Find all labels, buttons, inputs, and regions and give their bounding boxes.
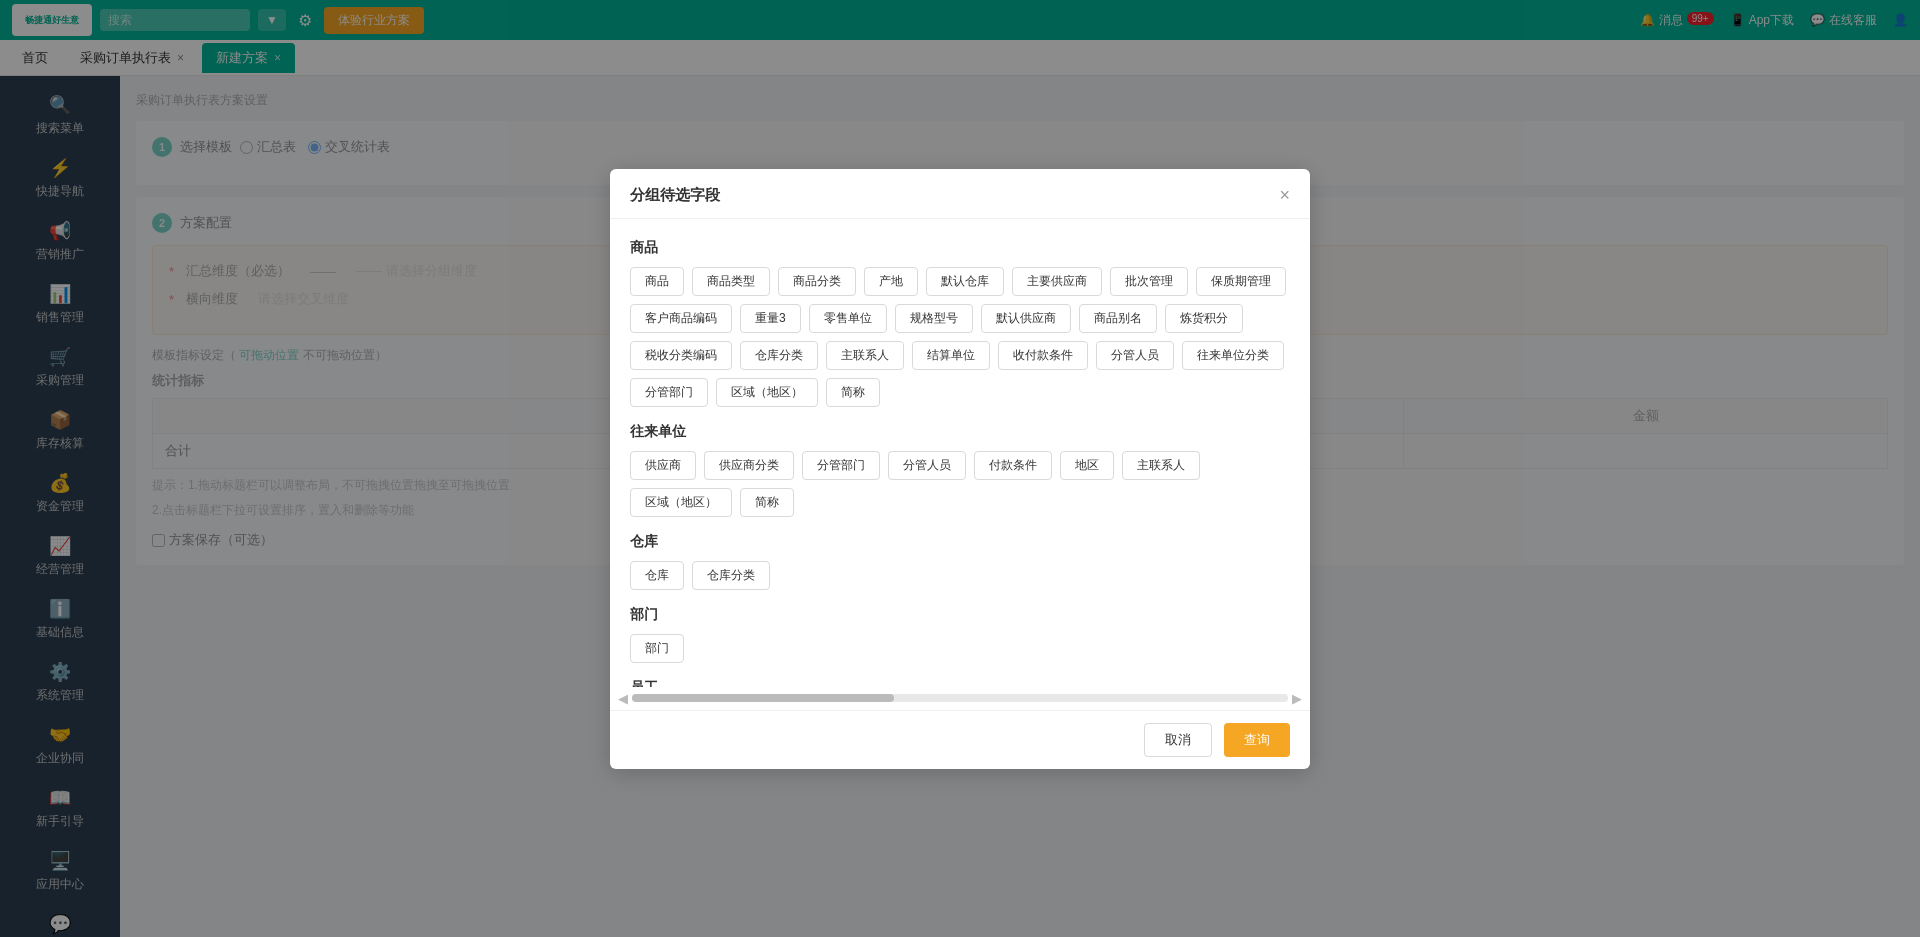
field-tag-refine-points[interactable]: 炼货积分 [1165,304,1243,333]
field-tag-goods-category[interactable]: 商品分类 [778,267,856,296]
field-tag-settlement-unit[interactable]: 结算单位 [912,341,990,370]
confirm-button[interactable]: 查询 [1224,723,1290,757]
section-title-dept: 部门 [630,606,1290,624]
modal-body[interactable]: 商品 商品 商品类型 商品分类 产地 默认仓库 主要供应商 批次管理 保质期管理… [610,219,1310,687]
field-tag-origin[interactable]: 产地 [864,267,918,296]
scroll-track [632,694,1288,702]
field-tags-dept: 部门 [630,634,1290,663]
scroll-left-arrow[interactable]: ◀ [618,691,628,706]
field-tag-dept[interactable]: 部门 [630,634,684,663]
field-tag-district[interactable]: 地区 [1060,451,1114,480]
field-tag-customer-code[interactable]: 客户商品编码 [630,304,732,333]
field-tag-tax-code[interactable]: 税收分类编码 [630,341,732,370]
field-tag-warehouse-category[interactable]: 仓库分类 [740,341,818,370]
modal-footer: 取消 查询 [610,710,1310,769]
field-tag-dept-partner[interactable]: 分管部门 [802,451,880,480]
field-tag-retail-unit[interactable]: 零售单位 [809,304,887,333]
field-tag-batch-mgmt[interactable]: 批次管理 [1110,267,1188,296]
scroll-right-arrow[interactable]: ▶ [1292,691,1302,706]
field-tag-supervisor-partner[interactable]: 分管人员 [888,451,966,480]
field-tag-warehouse[interactable]: 仓库 [630,561,684,590]
modal-close-button[interactable]: × [1279,185,1290,206]
field-tags-warehouse: 仓库 仓库分类 [630,561,1290,590]
field-tag-main-supplier[interactable]: 主要供应商 [1012,267,1102,296]
field-tag-region-partner[interactable]: 区域（地区） [630,488,732,517]
section-title-partner: 往来单位 [630,423,1290,441]
field-tag-payment-cond[interactable]: 付款条件 [974,451,1052,480]
field-tag-dept-mgmt[interactable]: 分管部门 [630,378,708,407]
field-tag-default-warehouse[interactable]: 默认仓库 [926,267,1004,296]
field-tag-goods-type[interactable]: 商品类型 [692,267,770,296]
horizontal-scrollbar[interactable]: ◀ ▶ [610,687,1310,710]
modal: 分组待选字段 × 商品 商品 商品类型 商品分类 产地 默认仓库 主要供应商 批… [610,169,1310,769]
field-tag-goods[interactable]: 商品 [630,267,684,296]
field-tag-partner-category[interactable]: 往来单位分类 [1182,341,1284,370]
field-tag-supplier-category[interactable]: 供应商分类 [704,451,794,480]
field-tag-abbr-partner[interactable]: 简称 [740,488,794,517]
field-tag-goods-alias[interactable]: 商品别名 [1079,304,1157,333]
field-tag-payment-terms[interactable]: 收付款条件 [998,341,1088,370]
cancel-button[interactable]: 取消 [1144,723,1212,757]
main-layout: 🔍 搜索菜单 ⚡ 快捷导航 📢 营销推广 📊 销售管理 🛒 采购管理 📦 库存核… [0,76,1920,937]
field-tag-weight3[interactable]: 重量3 [740,304,801,333]
field-tag-supervisor[interactable]: 分管人员 [1096,341,1174,370]
field-tag-abbr-goods[interactable]: 简称 [826,378,880,407]
section-title-employee: 员工 [630,679,1290,687]
field-tag-supplier[interactable]: 供应商 [630,451,696,480]
modal-title: 分组待选字段 [630,186,720,205]
section-title-goods: 商品 [630,239,1290,257]
field-tag-spec-model[interactable]: 规格型号 [895,304,973,333]
field-tag-warehouse-type[interactable]: 仓库分类 [692,561,770,590]
field-tags-partner: 供应商 供应商分类 分管部门 分管人员 付款条件 地区 主联系人 区域（地区） … [630,451,1290,517]
section-title-warehouse: 仓库 [630,533,1290,551]
field-tag-main-contact-partner[interactable]: 主联系人 [1122,451,1200,480]
field-tag-shelf-life[interactable]: 保质期管理 [1196,267,1286,296]
modal-overlay: 分组待选字段 × 商品 商品 商品类型 商品分类 产地 默认仓库 主要供应商 批… [120,76,1920,937]
scroll-thumb [632,694,894,702]
field-tag-default-supplier[interactable]: 默认供应商 [981,304,1071,333]
field-tag-main-contact[interactable]: 主联系人 [826,341,904,370]
field-tags-goods: 商品 商品类型 商品分类 产地 默认仓库 主要供应商 批次管理 保质期管理 客户… [630,267,1290,407]
content-area: 采购订单执行表方案设置 1 选择模板 汇总表 交叉统计表 [120,76,1920,937]
modal-header: 分组待选字段 × [610,169,1310,219]
field-tag-region-goods[interactable]: 区域（地区） [716,378,818,407]
